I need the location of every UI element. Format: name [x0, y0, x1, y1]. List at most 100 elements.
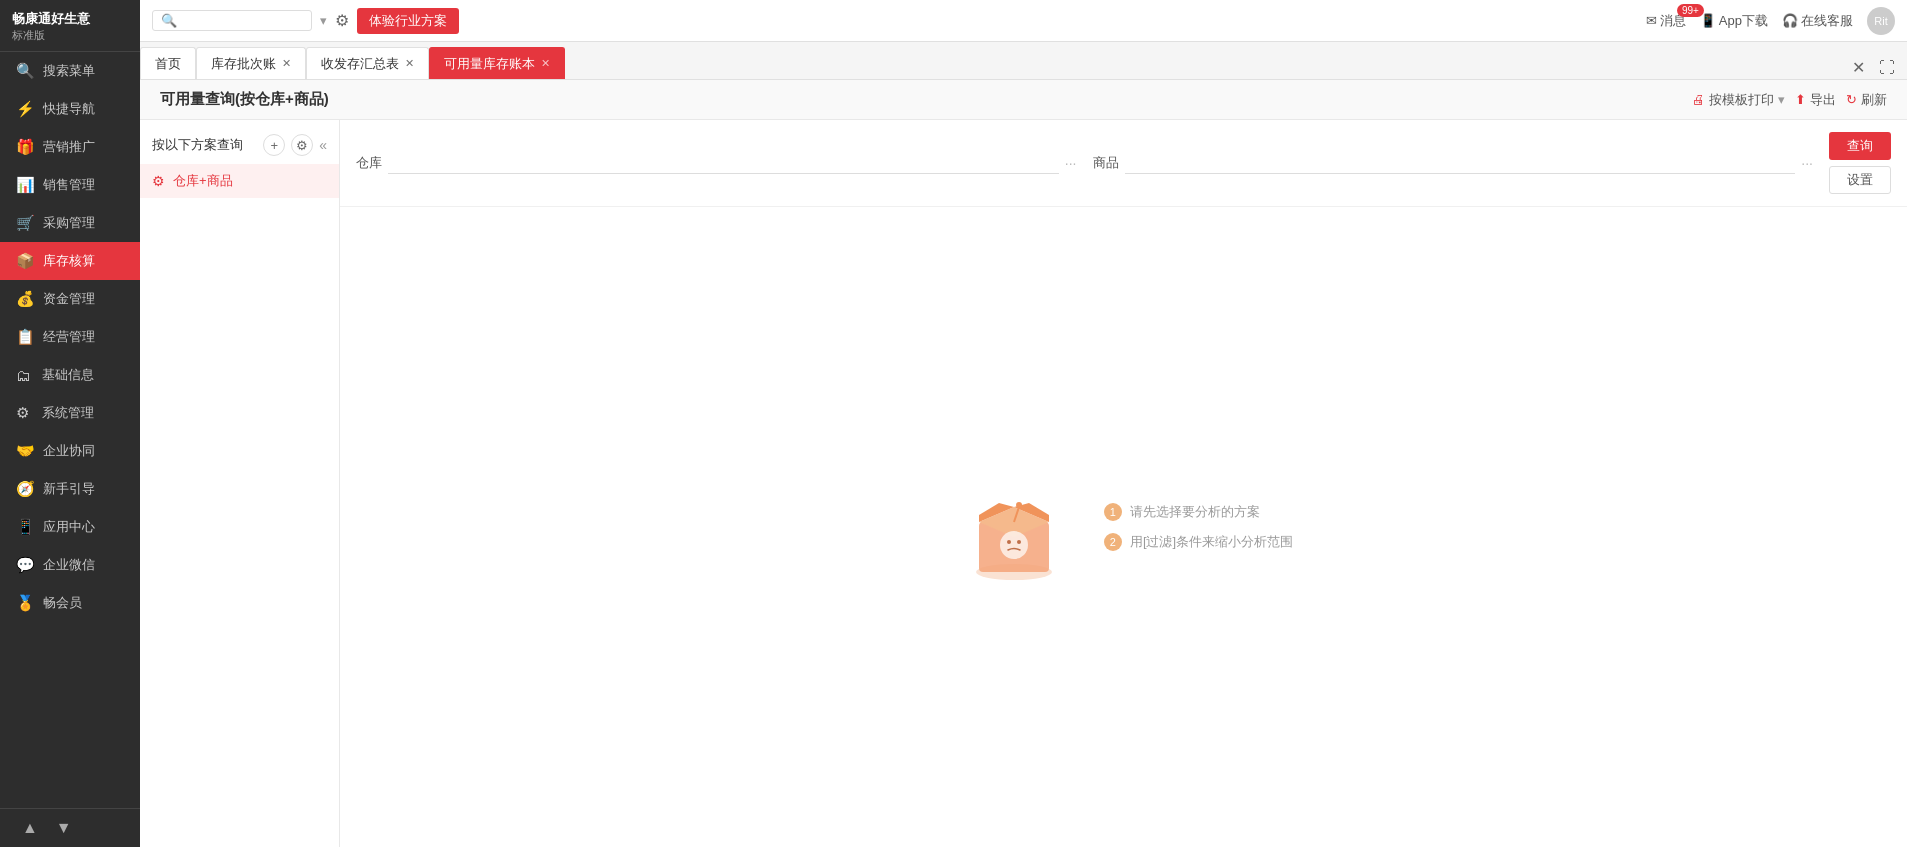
- vip-icon: 🏅: [16, 594, 35, 612]
- hint-num-2: 2: [1104, 533, 1122, 551]
- search-chevron-icon[interactable]: ▾: [320, 13, 327, 28]
- sidebar-item-app-center[interactable]: 📱 应用中心: [0, 508, 140, 546]
- message-icon: ✉: [1646, 13, 1657, 28]
- guide-icon: 🧭: [16, 480, 35, 498]
- sidebar-item-wechat[interactable]: 💬 企业微信: [0, 546, 140, 584]
- phone-icon: 📱: [1700, 13, 1716, 28]
- sidebar-item-operation[interactable]: 📋 经营管理: [0, 318, 140, 356]
- svg-point-6: [1007, 540, 1011, 544]
- warehouse-more-icon[interactable]: ···: [1065, 155, 1077, 171]
- sidebar-item-enterprise[interactable]: 🤝 企业协同: [0, 432, 140, 470]
- tab-recv-summary[interactable]: 收发存汇总表 ✕: [306, 47, 429, 79]
- goods-label: 商品: [1093, 154, 1119, 172]
- inventory-icon: 📦: [16, 252, 35, 270]
- close-all-tabs-button[interactable]: ✕: [1848, 56, 1869, 79]
- sidebar-item-label: 营销推广: [43, 138, 95, 156]
- sidebar-item-sales[interactable]: 📊 销售管理: [0, 166, 140, 204]
- message-badge: 99+: [1677, 4, 1704, 17]
- query-fields-row: 仓库 ··· 商品 ··· 查询 设置: [340, 120, 1907, 207]
- sidebar-item-basic[interactable]: 🗂 基础信息: [0, 356, 140, 394]
- sales-icon: 📊: [16, 176, 35, 194]
- app-download-button[interactable]: 📱 App下载: [1700, 12, 1768, 30]
- svg-point-7: [1017, 540, 1021, 544]
- sidebar-item-label: 新手引导: [43, 480, 95, 498]
- svg-point-9: [1016, 502, 1022, 508]
- print-button[interactable]: 🖨 按模板打印 ▾: [1692, 91, 1785, 109]
- sidebar-item-marketing[interactable]: 🎁 营销推广: [0, 128, 140, 166]
- empty-hint-2: 2 用[过滤]条件来缩小分析范围: [1104, 533, 1293, 551]
- tabs-right-actions: ✕ ⛶: [1840, 56, 1907, 79]
- warehouse-input[interactable]: [388, 152, 1059, 174]
- goods-input[interactable]: [1125, 152, 1796, 174]
- topbar-search-box: 🔍: [152, 10, 312, 31]
- filter-panel-title: 按以下方案查询: [152, 136, 243, 154]
- hint-text-1: 请先选择要分析的方案: [1130, 503, 1260, 521]
- search-input[interactable]: [181, 14, 281, 28]
- sidebar-item-search-menu[interactable]: 🔍 搜索菜单: [0, 52, 140, 90]
- sidebar-scroll: 🔍 搜索菜单 ⚡ 快捷导航 🎁 营销推广 📊 销售管理 🛒 采购管理 📦 库存核…: [0, 52, 140, 808]
- expand-tab-button[interactable]: ⛶: [1875, 57, 1899, 79]
- export-label: 导出: [1810, 91, 1836, 109]
- sidebar-scroll-down[interactable]: ▼: [50, 817, 78, 839]
- enterprise-icon: 🤝: [16, 442, 35, 460]
- sidebar-logo: 畅康通好生意 标准版: [0, 0, 140, 52]
- sidebar-item-purchase[interactable]: 🛒 采购管理: [0, 204, 140, 242]
- settings-button[interactable]: 设置: [1829, 166, 1891, 194]
- tab-batch-ledger[interactable]: 库存批次账 ✕: [196, 47, 306, 79]
- page-title: 可用量查询(按仓库+商品): [160, 90, 329, 109]
- tab-available-ledger-close-icon[interactable]: ✕: [541, 57, 550, 70]
- app-center-icon: 📱: [16, 518, 35, 536]
- industry-solution-button[interactable]: 体验行业方案: [357, 8, 459, 34]
- filter-settings-button[interactable]: ⚙: [291, 134, 313, 156]
- sidebar-item-label: 经营管理: [43, 328, 95, 346]
- warehouse-field: 仓库 ···: [356, 152, 1077, 174]
- refresh-button[interactable]: ↻ 刷新: [1846, 91, 1887, 109]
- filter-collapse-button[interactable]: «: [319, 134, 327, 156]
- tab-home[interactable]: 首页: [140, 47, 196, 79]
- filter-add-button[interactable]: +: [263, 134, 285, 156]
- empty-hint-1: 1 请先选择要分析的方案: [1104, 503, 1293, 521]
- marketing-icon: 🎁: [16, 138, 35, 156]
- topbar-gear-icon[interactable]: ⚙: [335, 11, 349, 30]
- avatar: Rit: [1867, 7, 1895, 35]
- tab-recv-summary-close-icon[interactable]: ✕: [405, 57, 414, 70]
- purchase-icon: 🛒: [16, 214, 35, 232]
- query-area: 仓库 ··· 商品 ··· 查询 设置: [340, 120, 1907, 847]
- user-avatar-area[interactable]: Rit: [1867, 7, 1895, 35]
- online-service-button[interactable]: 🎧 在线客服: [1782, 12, 1853, 30]
- filter-item-warehouse-goods[interactable]: ⚙ 仓库+商品: [140, 164, 339, 198]
- print-chevron-icon[interactable]: ▾: [1778, 92, 1785, 107]
- sidebar-item-label: 销售管理: [43, 176, 95, 194]
- sidebar-item-label: 企业协同: [43, 442, 95, 460]
- filter-panel: 按以下方案查询 + ⚙ « ⚙ 仓库+商品: [140, 120, 340, 847]
- quick-nav-icon: ⚡: [16, 100, 35, 118]
- sidebar-item-inventory[interactable]: 📦 库存核算: [0, 242, 140, 280]
- tab-home-label: 首页: [155, 55, 181, 73]
- tab-available-ledger[interactable]: 可用量库存账本 ✕: [429, 47, 565, 79]
- filter-item-icon: ⚙: [152, 173, 165, 189]
- empty-hints: 1 请先选择要分析的方案 2 用[过滤]条件来缩小分析范围: [1104, 503, 1293, 551]
- tab-batch-ledger-close-icon[interactable]: ✕: [282, 57, 291, 70]
- system-icon: ⚙: [16, 404, 34, 422]
- warehouse-label: 仓库: [356, 154, 382, 172]
- sidebar-item-label: 快捷导航: [43, 100, 95, 118]
- sidebar-item-vip[interactable]: 🏅 畅会员: [0, 584, 140, 622]
- filter-panel-header: 按以下方案查询 + ⚙ «: [140, 130, 339, 164]
- sidebar-item-guide[interactable]: 🧭 新手引导: [0, 470, 140, 508]
- main-area: 🔍 ▾ ⚙ 体验行业方案 ✉ 消息 99+ 📱 App下载 🎧 在线客服 Ri: [140, 0, 1907, 847]
- tab-available-ledger-label: 可用量库存账本: [444, 55, 535, 73]
- sidebar-scroll-up[interactable]: ▲: [16, 817, 44, 839]
- tab-batch-ledger-label: 库存批次账: [211, 55, 276, 73]
- filter-item-label: 仓库+商品: [173, 172, 233, 190]
- export-button[interactable]: ⬆ 导出: [1795, 91, 1836, 109]
- sidebar-item-label: 库存核算: [43, 252, 95, 270]
- sidebar-item-finance[interactable]: 💰 资金管理: [0, 280, 140, 318]
- sidebar-item-quick-nav[interactable]: ⚡ 快捷导航: [0, 90, 140, 128]
- tab-recv-summary-label: 收发存汇总表: [321, 55, 399, 73]
- goods-more-icon[interactable]: ···: [1801, 155, 1813, 171]
- message-button[interactable]: ✉ 消息 99+: [1646, 12, 1686, 30]
- content-area: 按以下方案查询 + ⚙ « ⚙ 仓库+商品 仓库 ···: [140, 120, 1907, 847]
- query-button[interactable]: 查询: [1829, 132, 1891, 160]
- empty-state: 1 请先选择要分析的方案 2 用[过滤]条件来缩小分析范围: [340, 207, 1907, 847]
- sidebar-item-system[interactable]: ⚙ 系统管理: [0, 394, 140, 432]
